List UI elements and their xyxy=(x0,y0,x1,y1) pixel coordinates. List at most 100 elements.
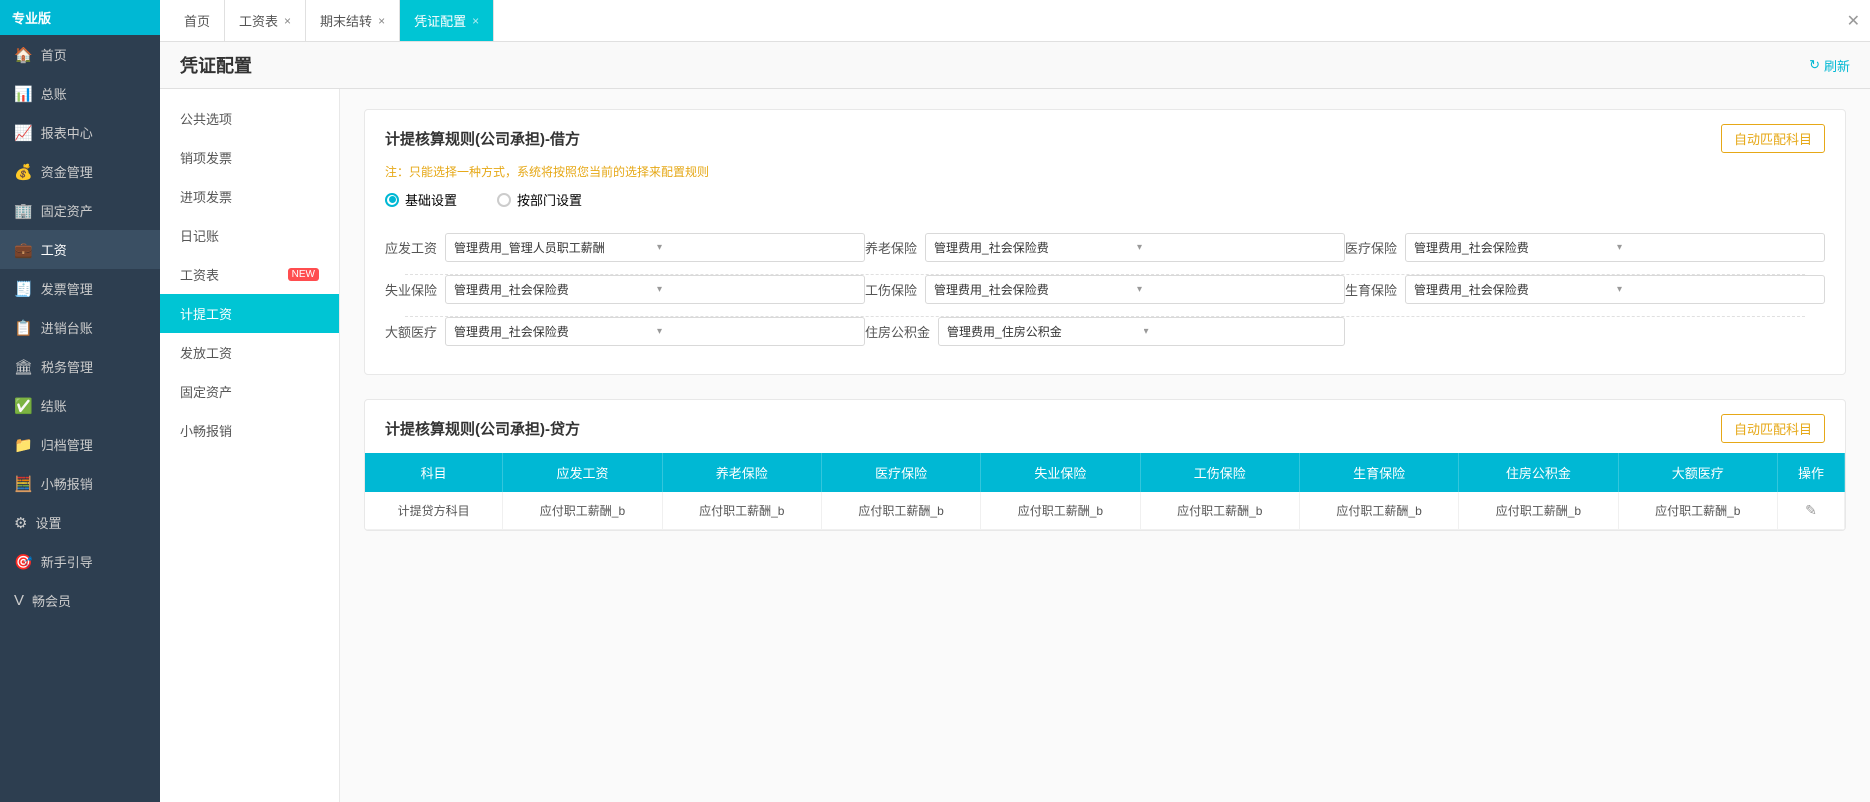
vip-icon: V xyxy=(14,592,24,609)
radio-dept-circle xyxy=(497,193,511,207)
subnav-label-journal: 日记账 xyxy=(180,226,219,245)
close-page-button[interactable]: ✕ xyxy=(1847,11,1860,31)
sidebar-item-tax[interactable]: 🏛税务管理 xyxy=(0,347,160,386)
debit-select-2-0[interactable]: 管理费用_社会保险费 ▾ xyxy=(445,317,865,346)
tab-voucher-close[interactable]: × xyxy=(472,14,479,28)
tab-home[interactable]: 首页 xyxy=(170,0,225,41)
credit-col-3: 医疗保险 xyxy=(821,453,980,492)
subnav-fixed-assets[interactable]: 固定资产 xyxy=(160,372,339,411)
debit-field-0-0: 应发工资 管理费用_管理人员职工薪酬 ▾ xyxy=(385,233,865,262)
sidebar-item-archive[interactable]: 📁归档管理 xyxy=(0,425,160,464)
home-icon: 🏠 xyxy=(14,46,33,64)
subnav-label-fixed-assets: 固定资产 xyxy=(180,382,232,401)
tab-bar-right: ✕ xyxy=(1847,11,1860,31)
subnav-public[interactable]: 公共选项 xyxy=(160,99,339,138)
subnav-purchase-invoice[interactable]: 进项发票 xyxy=(160,177,339,216)
content-layout: 公共选项销项发票进项发票日记账工资表NEW计提工资发放工资固定资产小畅报销 计提… xyxy=(160,89,1870,802)
credit-cell-0-5: 应付职工薪酬_b xyxy=(1299,492,1458,530)
subnav-pay-salary[interactable]: 发放工资 xyxy=(160,333,339,372)
debit-arrow-0-0: ▾ xyxy=(657,242,856,253)
sidebar-item-settings[interactable]: ⚙设置 xyxy=(0,503,160,542)
debit-row-1: 失业保险 管理费用_社会保险费 ▾ 工伤保险 管理费用_社会保险费 ▾ 生育保险… xyxy=(385,275,1825,304)
subnav-accrual[interactable]: 计提工资 xyxy=(160,294,339,333)
sidebar-label-assets: 固定资产 xyxy=(41,201,93,220)
debit-select-value-1-1: 管理费用_社会保险费 xyxy=(934,281,1133,298)
subnav-sales-invoice[interactable]: 销项发票 xyxy=(160,138,339,177)
credit-action-0[interactable]: ✎ xyxy=(1777,492,1844,530)
debit-label-0-2: 医疗保险 xyxy=(1345,238,1397,257)
sidebar-item-fund[interactable]: 💰资金管理 xyxy=(0,152,160,191)
sidebar-item-invoice[interactable]: 🧾发票管理 xyxy=(0,269,160,308)
sidebar-item-purchase[interactable]: 📋进销台账 xyxy=(0,308,160,347)
debit-select-value-1-2: 管理费用_社会保险费 xyxy=(1414,281,1613,298)
sidebar-label-checkout: 结账 xyxy=(41,396,67,415)
tab-transfer[interactable]: 期末结转 × xyxy=(306,0,400,41)
tab-payroll-close[interactable]: × xyxy=(284,14,291,28)
sidebar-item-report[interactable]: 📈报表中心 xyxy=(0,113,160,152)
debit-row-0: 应发工资 管理费用_管理人员职工薪酬 ▾ 养老保险 管理费用_社会保险费 ▾ 医… xyxy=(385,233,1825,262)
debit-auto-match-button[interactable]: 自动匹配科目 xyxy=(1721,124,1825,153)
main-area: 首页工资表×期末结转×凭证配置× ✕ 凭证配置 ↻ 刷新 公共选项销项发票进项发… xyxy=(160,0,1870,802)
credit-col-5: 工伤保险 xyxy=(1140,453,1299,492)
debit-label-1-0: 失业保险 xyxy=(385,280,437,299)
refresh-button[interactable]: ↻ 刷新 xyxy=(1809,56,1850,75)
tab-payroll-label: 工资表 xyxy=(239,11,278,30)
debit-select-0-0[interactable]: 管理费用_管理人员职工薪酬 ▾ xyxy=(445,233,865,262)
radio-dept-label: 按部门设置 xyxy=(517,190,582,209)
credit-col-1: 应发工资 xyxy=(503,453,662,492)
credit-section-header: 计提核算规则(公司承担)-贷方 自动匹配科目 xyxy=(365,400,1845,453)
tab-payroll[interactable]: 工资表 × xyxy=(225,0,306,41)
credit-col-8: 大额医疗 xyxy=(1618,453,1777,492)
debit-label-1-2: 生育保险 xyxy=(1345,280,1397,299)
debit-select-value-2-0: 管理费用_社会保险费 xyxy=(454,323,653,340)
debit-select-1-1[interactable]: 管理费用_社会保险费 ▾ xyxy=(925,275,1345,304)
sidebar-item-guide[interactable]: 🎯新手引导 xyxy=(0,542,160,581)
subnav-label-public: 公共选项 xyxy=(180,109,232,128)
sidebar-item-checkout[interactable]: ✅结账 xyxy=(0,386,160,425)
sidebar-item-vip[interactable]: V 畅会员 xyxy=(0,581,160,620)
sidebar-item-expense[interactable]: 🧮小畅报销 xyxy=(0,464,160,503)
sidebar-item-home[interactable]: 🏠首页 xyxy=(0,35,160,74)
subnav-payroll-table[interactable]: 工资表NEW xyxy=(160,255,339,294)
debit-arrow-0-2: ▾ xyxy=(1617,242,1816,253)
debit-select-2-1[interactable]: 管理费用_住房公积金 ▾ xyxy=(938,317,1345,346)
credit-cell-0-2: 应付职工薪酬_b xyxy=(821,492,980,530)
debit-select-1-0[interactable]: 管理费用_社会保险费 ▾ xyxy=(445,275,865,304)
debit-select-1-2[interactable]: 管理费用_社会保险费 ▾ xyxy=(1405,275,1825,304)
sidebar-item-assets[interactable]: 🏢固定资产 xyxy=(0,191,160,230)
credit-section-title: 计提核算规则(公司承担)-贷方 xyxy=(385,418,580,439)
credit-auto-match-button[interactable]: 自动匹配科目 xyxy=(1721,414,1825,443)
credit-col-0: 科目 xyxy=(365,453,503,492)
radio-basic-setting[interactable]: 基础设置 xyxy=(385,190,457,209)
new-badge-payroll-table: NEW xyxy=(288,268,319,281)
sidebar-label-vip: 畅会员 xyxy=(32,591,71,610)
subnav-journal[interactable]: 日记账 xyxy=(160,216,339,255)
subnav-label-pay-salary: 发放工资 xyxy=(180,343,232,362)
debit-field-2-0: 大额医疗 管理费用_社会保险费 ▾ xyxy=(385,317,865,346)
subnav-small-expense[interactable]: 小畅报销 xyxy=(160,411,339,450)
subnav-label-purchase-invoice: 进项发票 xyxy=(180,187,232,206)
credit-subject-0: 计提贷方科目 xyxy=(365,492,503,530)
edit-icon-0[interactable]: ✎ xyxy=(1805,502,1817,518)
debit-label-2-1: 住房公积金 xyxy=(865,322,930,341)
tab-transfer-label: 期末结转 xyxy=(320,11,372,30)
debit-arrow-1-2: ▾ xyxy=(1617,284,1816,295)
page-title: 凭证配置 xyxy=(180,52,252,78)
tab-voucher[interactable]: 凭证配置× xyxy=(400,0,494,41)
debit-select-value-2-1: 管理费用_住房公积金 xyxy=(947,323,1140,340)
sidebar-item-salary[interactable]: 💼工资 xyxy=(0,230,160,269)
debit-select-0-1[interactable]: 管理费用_社会保险费 ▾ xyxy=(925,233,1345,262)
sidebar-label-invoice: 发票管理 xyxy=(41,279,93,298)
debit-select-value-0-0: 管理费用_管理人员职工薪酬 xyxy=(454,239,653,256)
fund-icon: 💰 xyxy=(14,163,33,181)
sidebar-item-ledger[interactable]: 📊总账 xyxy=(0,74,160,113)
tab-transfer-close[interactable]: × xyxy=(378,14,385,28)
radio-department-setting[interactable]: 按部门设置 xyxy=(497,190,582,209)
subnav-label-small-expense: 小畅报销 xyxy=(180,421,232,440)
debit-arrow-1-0: ▾ xyxy=(657,284,856,295)
purchase-icon: 📋 xyxy=(14,319,33,337)
debit-section: 计提核算规则(公司承担)-借方 自动匹配科目 注：只能选择一种方式，系统将按照您… xyxy=(364,109,1846,375)
credit-cell-0-7: 应付职工薪酬_b xyxy=(1618,492,1777,530)
tab-home-label: 首页 xyxy=(184,11,210,30)
debit-select-0-2[interactable]: 管理费用_社会保险费 ▾ xyxy=(1405,233,1825,262)
